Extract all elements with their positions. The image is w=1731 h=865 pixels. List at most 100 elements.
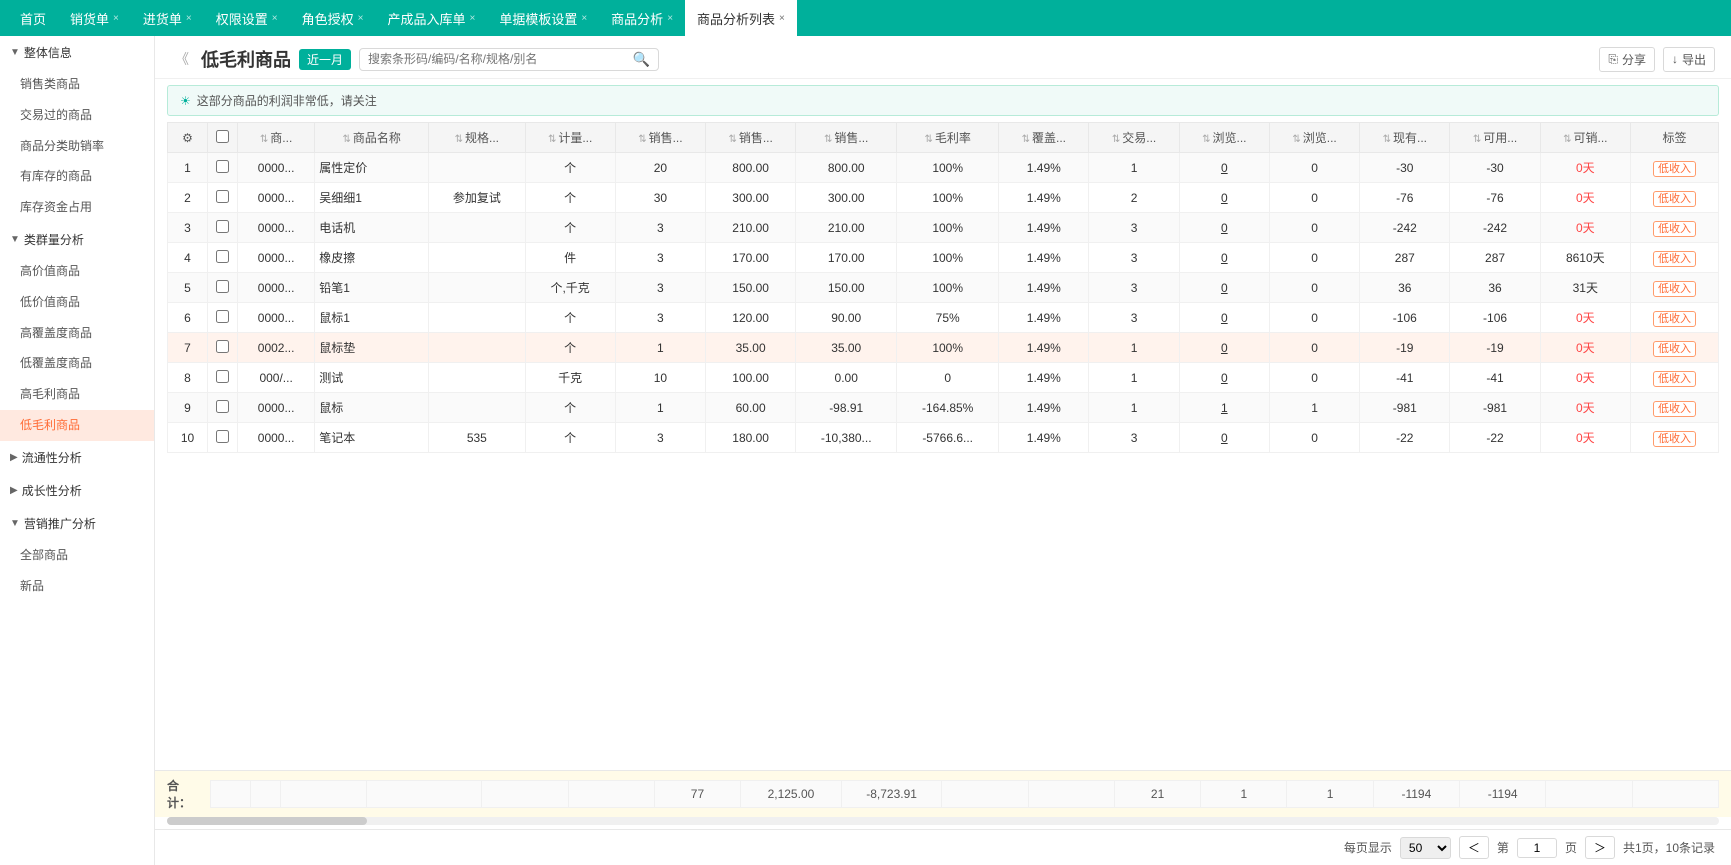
sidebar-item-all-goods[interactable]: 全部商品 [0,540,154,571]
close-goods-list-icon[interactable]: × [779,13,785,24]
th-code[interactable]: ⇅商... [238,123,315,153]
sidebar-item-high-margin[interactable]: 高毛利商品 [0,379,154,410]
cell-views1[interactable]: 0 [1179,333,1269,363]
nav-products[interactable]: 产成品入库单 × [375,0,487,36]
scrollbar-track[interactable] [167,817,1719,825]
row-checkbox[interactable] [216,280,229,293]
close-template-icon[interactable]: × [581,13,587,24]
page-size-select[interactable]: 50 20 100 [1400,837,1451,859]
period-button[interactable]: 近一月 [299,49,351,70]
th-settings[interactable]: ⚙ [168,123,208,153]
cell-checkbox[interactable] [208,303,238,333]
footer-sales-qty: 77 [654,781,740,808]
row-checkbox[interactable] [216,250,229,263]
export-button[interactable]: ↓ 导出 [1663,47,1715,72]
cell-checkbox[interactable] [208,243,238,273]
sidebar-item-high-coverage[interactable]: 高覆盖度商品 [0,318,154,349]
cell-views1[interactable]: 0 [1179,303,1269,333]
th-transactions[interactable]: ⇅交易... [1089,123,1179,153]
nav-role-auth[interactable]: 角色授权 × [290,0,376,36]
search-input[interactable] [368,52,633,66]
sidebar-item-low-margin[interactable]: 低毛利商品 [0,410,154,441]
cell-checkbox[interactable] [208,333,238,363]
th-sales-profit[interactable]: ⇅销售... [796,123,897,153]
scrollbar-thumb[interactable] [167,817,367,825]
close-sales-icon[interactable]: × [113,13,119,24]
sidebar-section-overall[interactable]: ▼ 整体信息 [0,36,154,69]
th-sales-price[interactable]: ⇅销售... [706,123,796,153]
row-checkbox[interactable] [216,400,229,413]
th-name[interactable]: ⇅商品名称 [315,123,429,153]
close-purchase-icon[interactable]: × [186,13,192,24]
page-num-input[interactable] [1517,838,1557,858]
cell-tag: 低收入 [1630,213,1718,243]
sidebar-item-new-goods[interactable]: 新品 [0,571,154,602]
nav-sales[interactable]: 销货单 × [58,0,131,36]
cell-checkbox[interactable] [208,273,238,303]
row-checkbox[interactable] [216,160,229,173]
sidebar-item-traded-goods[interactable]: 交易过的商品 [0,100,154,131]
row-checkbox[interactable] [216,310,229,323]
cell-views1[interactable]: 1 [1179,393,1269,423]
settings-icon[interactable]: ⚙ [172,131,203,145]
sidebar-item-stocked-goods[interactable]: 有库存的商品 [0,161,154,192]
th-gross-rate[interactable]: ⇅毛利率 [897,123,999,153]
close-role-auth-icon[interactable]: × [358,13,364,24]
select-all-checkbox[interactable] [216,130,229,143]
sidebar-section-cluster[interactable]: ▼ 类群量分析 [0,223,154,256]
cell-views1[interactable]: 0 [1179,363,1269,393]
sidebar-item-low-value[interactable]: 低价值商品 [0,287,154,318]
sidebar-item-category-rate[interactable]: 商品分类助销率 [0,131,154,162]
nav-purchase[interactable]: 进货单 × [131,0,204,36]
th-views2[interactable]: ⇅浏览... [1269,123,1359,153]
share-button[interactable]: ⎘ 分享 [1599,47,1655,72]
nav-home[interactable]: 首页 [8,0,58,36]
cell-checkbox[interactable] [208,363,238,393]
search-box: 🔍 [359,48,659,71]
close-goods-analysis-icon[interactable]: × [667,13,673,24]
sidebar-section-marketing[interactable]: ▼ 营销推广分析 [0,507,154,540]
sidebar-item-inventory-capital[interactable]: 库存资金占用 [0,192,154,223]
sidebar-section-growth[interactable]: ▶ 成长性分析 [0,474,154,507]
row-checkbox[interactable] [216,190,229,203]
sidebar-item-low-coverage[interactable]: 低覆盖度商品 [0,348,154,379]
cell-views1[interactable]: 0 [1179,273,1269,303]
cell-views1[interactable]: 0 [1179,423,1269,453]
cell-checkbox[interactable] [208,213,238,243]
cell-checkbox[interactable] [208,183,238,213]
cell-views1[interactable]: 0 [1179,243,1269,273]
cell-gross-rate: 100% [897,333,999,363]
th-spec[interactable]: ⇅规格... [429,123,525,153]
th-sales-qty[interactable]: ⇅销售... [615,123,705,153]
th-available[interactable]: ⇅可用... [1450,123,1540,153]
nav-goods-analysis[interactable]: 商品分析 × [599,0,685,36]
nav-goods-analysis-list[interactable]: 商品分析列表 × [685,0,797,36]
row-checkbox[interactable] [216,430,229,443]
row-checkbox[interactable] [216,340,229,353]
cell-views1[interactable]: 0 [1179,183,1269,213]
sidebar-item-sales-goods[interactable]: 销售类商品 [0,69,154,100]
th-sellable[interactable]: ⇅可销... [1540,123,1630,153]
close-permissions-icon[interactable]: × [272,13,278,24]
row-checkbox[interactable] [216,370,229,383]
row-checkbox[interactable] [216,220,229,233]
nav-permissions[interactable]: 权限设置 × [204,0,290,36]
th-unit[interactable]: ⇅计量... [525,123,615,153]
nav-template[interactable]: 单据模板设置 × [487,0,599,36]
th-current-stock[interactable]: ⇅现有... [1360,123,1450,153]
sidebar-section-circulation[interactable]: ▶ 流通性分析 [0,441,154,474]
collapse-sidebar-btn[interactable]: 《 [171,49,193,69]
cell-checkbox[interactable] [208,393,238,423]
sidebar-item-high-value[interactable]: 高价值商品 [0,256,154,287]
th-coverage[interactable]: ⇅覆盖... [999,123,1089,153]
th-views1[interactable]: ⇅浏览... [1179,123,1269,153]
prev-page-btn[interactable]: ＜ [1459,836,1489,859]
search-icon[interactable]: 🔍 [633,51,650,68]
cell-sales-qty: 10 [615,363,705,393]
cell-views1[interactable]: 0 [1179,153,1269,183]
cell-checkbox[interactable] [208,153,238,183]
next-page-btn[interactable]: ＞ [1585,836,1615,859]
cell-checkbox[interactable] [208,423,238,453]
close-products-icon[interactable]: × [469,13,475,24]
cell-views1[interactable]: 0 [1179,213,1269,243]
